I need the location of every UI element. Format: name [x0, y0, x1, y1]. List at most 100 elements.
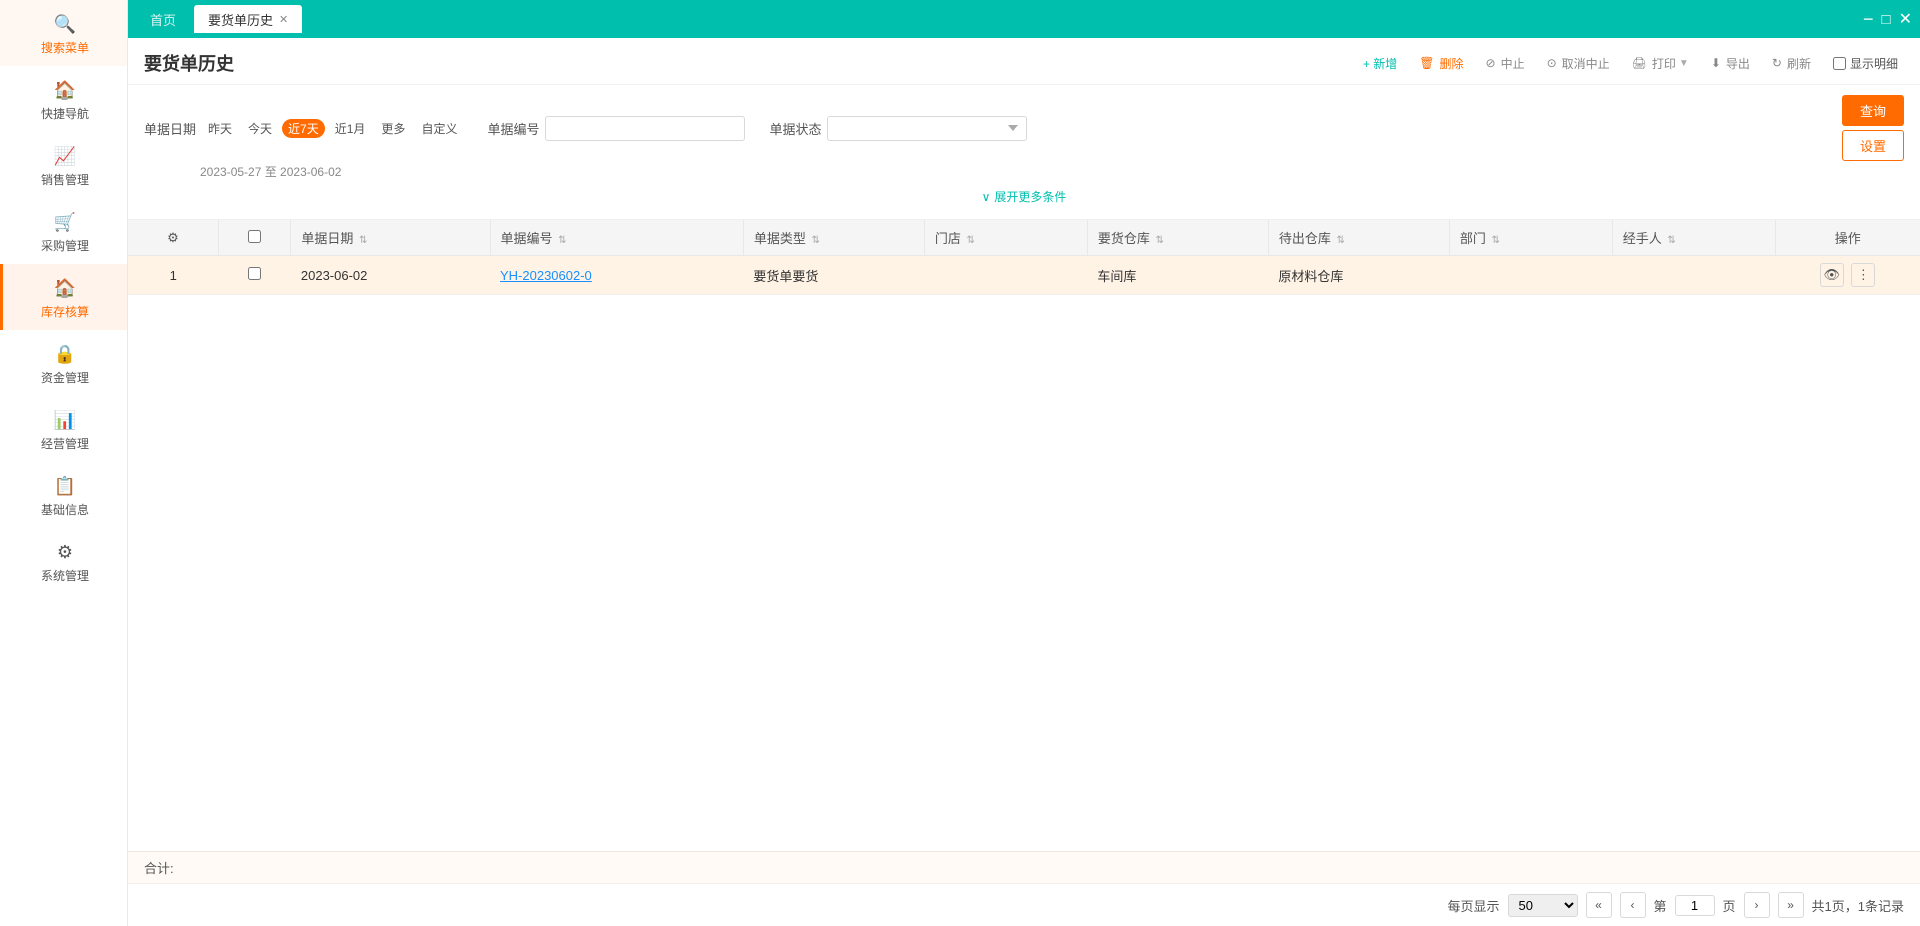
shortcut-custom[interactable]: 自定义: [415, 119, 463, 138]
doc-num-input[interactable]: [545, 116, 745, 141]
row-check[interactable]: [219, 256, 291, 295]
view-icon-btn[interactable]: 👁: [1820, 263, 1844, 287]
inventory-icon: 🏠: [54, 278, 76, 299]
query-button[interactable]: 查询: [1842, 95, 1904, 126]
sidebar: 🔍 搜索菜单 🏠 快捷导航 📈 销售管理 🛒 采购管理 🏠 库存核算 🔒 资金管…: [0, 0, 128, 926]
tab-bar: 首页 要货单历史 ✕ − □ ✕: [128, 0, 1920, 38]
sidebar-item-inventory[interactable]: 🏠 库存核算: [0, 264, 127, 330]
window-min-icon[interactable]: −: [1863, 9, 1874, 30]
status-label: 单据状态: [769, 119, 821, 138]
basic-info-icon: 📋: [54, 476, 76, 497]
window-max-icon[interactable]: □: [1882, 11, 1891, 28]
sort-date-icon[interactable]: ⇅: [359, 235, 367, 246]
row-date: 2023-06-02: [291, 256, 490, 295]
per-page-select[interactable]: 50 100 200: [1508, 894, 1578, 917]
page-content: 要货单历史 + 新增 🗑 删除 ⊘ 中止 ⊙ 取消中止 🖨: [128, 38, 1920, 926]
sort-target-icon[interactable]: ⇅: [1336, 235, 1344, 246]
finance-icon: 🔒: [54, 344, 76, 365]
table-row: 1 2023-06-02 YH-20230602-0 要货单要货 车间库 原材料…: [128, 256, 1920, 295]
page-input[interactable]: [1675, 895, 1715, 916]
purchase-icon: 🛒: [54, 212, 76, 233]
sort-wh-icon[interactable]: ⇅: [1155, 235, 1163, 246]
shortcut-last7days[interactable]: 近7天: [282, 119, 325, 138]
display-detail-toggle[interactable]: 显示明细: [1827, 51, 1904, 76]
sort-person-icon[interactable]: ⇅: [1667, 235, 1675, 246]
date-filter: 单据日期 昨天 今天 近7天 近1月 更多 自定义: [144, 119, 463, 138]
row-person: [1612, 256, 1775, 295]
footer-total-label: 合计:: [144, 858, 174, 877]
th-target-wh: 待出仓库 ⇅: [1268, 220, 1449, 256]
prev-page-btn[interactable]: ‹: [1620, 892, 1646, 918]
row-checkbox[interactable]: [248, 267, 261, 280]
th-settings[interactable]: ⚙: [128, 220, 219, 256]
stop-button[interactable]: ⊘ 中止: [1480, 51, 1531, 76]
shortcut-more[interactable]: 更多: [375, 119, 411, 138]
sidebar-item-basic-info[interactable]: 📋 基础信息: [0, 462, 127, 528]
table-header-row: ⚙ 单据日期 ⇅ 单据编号 ⇅ 单据类型: [128, 220, 1920, 256]
th-check[interactable]: [219, 220, 291, 256]
th-type: 单据类型 ⇅: [743, 220, 924, 256]
filter-area: 单据日期 昨天 今天 近7天 近1月 更多 自定义 单据编号: [128, 85, 1920, 220]
tab-close-icon[interactable]: ✕: [279, 13, 288, 26]
sidebar-item-sys-mgmt[interactable]: ⚙ 系统管理: [0, 528, 127, 594]
status-filter: 单据状态: [769, 116, 1810, 141]
select-all-checkbox[interactable]: [248, 230, 261, 243]
sidebar-item-purchase-mgmt[interactable]: 🛒 采购管理: [0, 198, 127, 264]
shortcut-last1month[interactable]: 近1月: [329, 119, 372, 138]
tab-bar-controls: − □ ✕: [1863, 9, 1912, 30]
print-button[interactable]: 🖨 打印 ▼: [1626, 51, 1695, 76]
date-range-text: 2023-05-27 至 2023-06-02: [200, 165, 341, 179]
window-close-icon[interactable]: ✕: [1899, 9, 1912, 29]
sidebar-item-quick-nav[interactable]: 🏠 快捷导航: [0, 66, 127, 132]
th-num: 单据编号 ⇅: [490, 220, 743, 256]
row-num[interactable]: YH-20230602-0: [490, 256, 743, 295]
date-shortcuts: 昨天 今天 近7天 近1月 更多 自定义: [202, 119, 463, 138]
sidebar-item-search-menu[interactable]: 🔍 搜索菜单: [0, 0, 127, 66]
toolbar: + 新增 🗑 删除 ⊘ 中止 ⊙ 取消中止 🖨 打印 ▼: [1357, 51, 1904, 76]
setting-button[interactable]: 设置: [1842, 130, 1904, 161]
more-op-icon-btn[interactable]: ⋮: [1851, 263, 1875, 287]
delete-button[interactable]: 🗑 删除: [1413, 51, 1469, 76]
last-page-btn[interactable]: »: [1778, 892, 1804, 918]
th-date: 单据日期 ⇅: [291, 220, 490, 256]
row-type: 要货单要货: [743, 256, 924, 295]
per-page-label: 每页显示: [1447, 896, 1499, 915]
tab-home[interactable]: 首页: [136, 5, 190, 33]
home-icon: 🏠: [54, 80, 76, 101]
sales-icon: 📈: [54, 146, 76, 167]
sort-type-icon[interactable]: ⇅: [812, 235, 820, 246]
new-button[interactable]: + 新增: [1357, 51, 1403, 76]
date-filter-label: 单据日期: [144, 119, 196, 138]
ops-icon: 📊: [54, 410, 76, 431]
date-range-display: 2023-05-27 至 2023-06-02: [200, 163, 1904, 180]
row-store: [924, 256, 1087, 295]
page-suffix: 页: [1723, 896, 1736, 915]
th-store: 门店 ⇅: [924, 220, 1087, 256]
sort-store-icon[interactable]: ⇅: [967, 235, 975, 246]
sort-dept-icon[interactable]: ⇅: [1491, 235, 1499, 246]
page-title: 要货单历史: [144, 50, 234, 76]
expand-more-btn[interactable]: ∨ 展开更多条件: [144, 184, 1904, 209]
export-button[interactable]: ⬇ 导出: [1705, 51, 1756, 76]
shortcut-yesterday[interactable]: 昨天: [202, 119, 238, 138]
row-index: 1: [128, 256, 219, 295]
row-target-wh: 原材料仓库: [1268, 256, 1449, 295]
status-select[interactable]: [827, 116, 1027, 141]
display-detail-checkbox[interactable]: [1833, 57, 1846, 70]
doc-num-label: 单据编号: [487, 119, 539, 138]
refresh-button[interactable]: ↻ 刷新: [1766, 51, 1817, 76]
sidebar-item-ops-mgmt[interactable]: 📊 经营管理: [0, 396, 127, 462]
cancel-stop-button[interactable]: ⊙ 取消中止: [1541, 51, 1616, 76]
page-label: 第: [1654, 896, 1667, 915]
sidebar-item-finance-mgmt[interactable]: 🔒 资金管理: [0, 330, 127, 396]
tab-requisition-history[interactable]: 要货单历史 ✕: [194, 5, 302, 33]
next-page-btn[interactable]: ›: [1744, 892, 1770, 918]
pagination: 每页显示 50 100 200 « ‹ 第 页 › » 共1页，1条记录: [128, 883, 1920, 926]
shortcut-today[interactable]: 今天: [242, 119, 278, 138]
doc-num-filter: 单据编号: [487, 116, 745, 141]
sort-num-icon[interactable]: ⇅: [558, 235, 566, 246]
th-op: 操作: [1775, 220, 1920, 256]
expand-chevron-icon: ∨: [982, 190, 991, 204]
first-page-btn[interactable]: «: [1586, 892, 1612, 918]
sidebar-item-sales-mgmt[interactable]: 📈 销售管理: [0, 132, 127, 198]
